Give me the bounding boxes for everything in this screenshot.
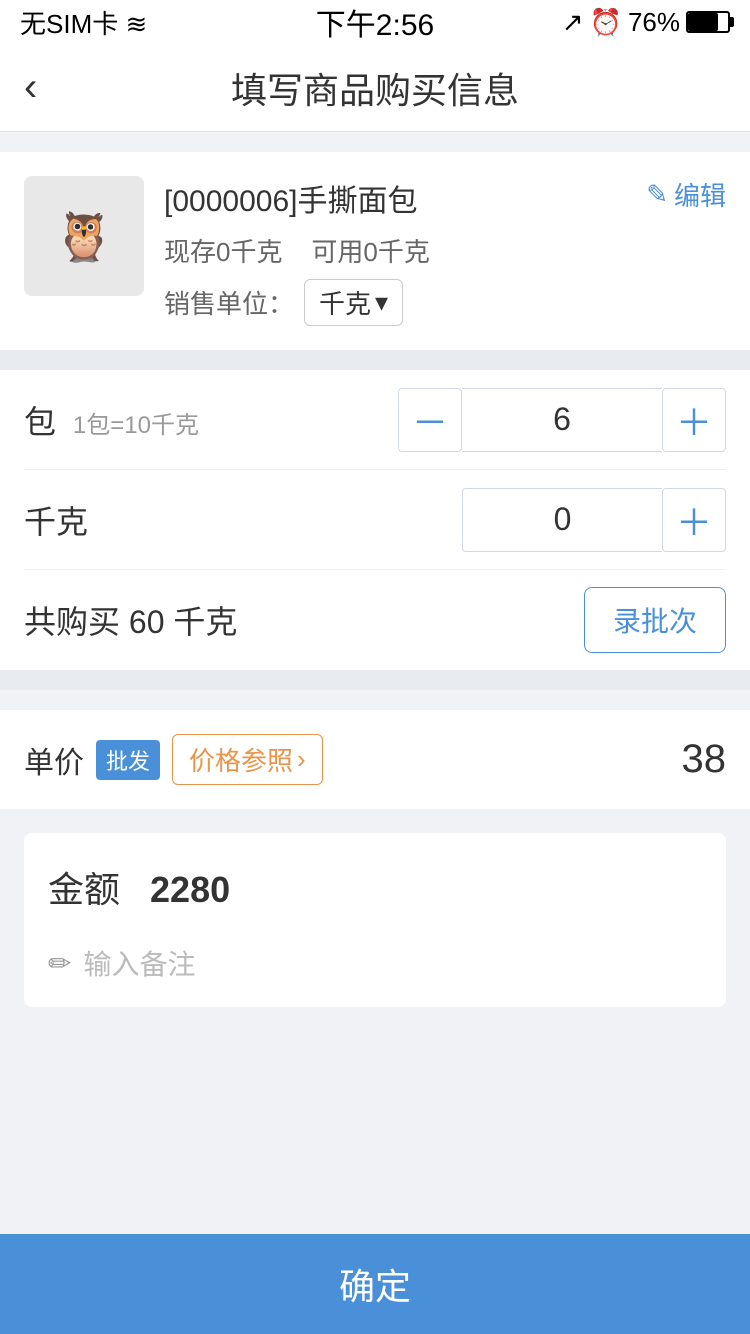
amount-row: 金额 2280 <box>24 833 726 927</box>
product-name: [0000006]手撕面包 <box>164 176 726 220</box>
qty-input-kg[interactable] <box>462 488 662 552</box>
qty-hint-bag: 1包=10千克 <box>73 412 199 439</box>
price-tag-batch: 批发 <box>96 740 160 780</box>
quantity-row-bag: 包 1包=10千克 － ＋ <box>24 370 726 470</box>
unit-label: 销售单位： <box>164 284 294 321</box>
price-ref-label: 价格参照 <box>189 741 293 778</box>
increment-kg-button[interactable]: ＋ <box>662 488 726 552</box>
product-unit-row: 销售单位： 千克 ▾ <box>164 279 726 326</box>
total-unit: 千克 <box>173 604 237 640</box>
qty-label-bag: 包 1包=10千克 <box>24 397 398 443</box>
nav-bar: ‹ 填写商品购买信息 <box>0 44 750 132</box>
decrement-bag-button[interactable]: － <box>398 388 462 452</box>
section-divider-1 <box>0 350 750 370</box>
stock-current: 现存0千克 <box>164 237 282 267</box>
product-stock: 现存0千克 可用0千克 <box>164 232 726 269</box>
qty-controls-bag: － ＋ <box>398 388 726 452</box>
carrier-signal: 无SIM卡 ≋ <box>20 4 147 41</box>
batch-button[interactable]: 录批次 <box>584 587 726 653</box>
status-bar: 无SIM卡 ≋ 下午2:56 ↗ ⏰ 76% <box>0 0 750 44</box>
total-amount: 60 <box>129 604 165 640</box>
qty-label-kg: 千克 <box>24 497 462 543</box>
section-divider-2 <box>0 670 750 690</box>
total-row: 共购买 60 千克 录批次 <box>0 570 750 670</box>
price-row: 单价 批发 价格参照 › 38 <box>24 734 726 785</box>
qty-unit-bag: 包 <box>24 404 56 440</box>
confirm-bar[interactable]: 确定 <box>0 1234 750 1334</box>
remark-placeholder[interactable]: 输入备注 <box>83 943 195 983</box>
amount-label: 金额 <box>48 869 120 910</box>
stock-available: 可用0千克 <box>311 237 429 267</box>
amount-value: 2280 <box>150 869 230 910</box>
amount-section: 金额 2280 ✏ 输入备注 <box>0 809 750 1007</box>
time-display: 下午2:56 <box>316 0 434 44</box>
location-icon: ↗ <box>562 7 584 38</box>
confirm-button[interactable]: 确定 <box>339 1258 411 1310</box>
qty-controls-kg: ＋ <box>462 488 726 552</box>
battery-percent: 76% <box>628 7 680 38</box>
increment-bag-button[interactable]: ＋ <box>662 388 726 452</box>
edit-button[interactable]: ✎ 编辑 <box>646 176 726 213</box>
edit-icon: ✎ <box>646 179 668 210</box>
price-ref-button[interactable]: 价格参照 › <box>172 734 323 785</box>
product-info: [0000006]手撕面包 现存0千克 可用0千克 销售单位： 千克 ▾ <box>164 176 726 326</box>
unit-value: 千克 <box>319 284 371 321</box>
price-section: 单价 批发 价格参照 › 38 <box>0 710 750 809</box>
qty-unit-kg: 千克 <box>24 504 88 540</box>
total-prefix: 共购买 <box>24 604 129 640</box>
amount-text: 金额 2280 <box>48 869 230 910</box>
battery-icon <box>686 11 730 33</box>
product-logo: 🦉 <box>54 208 114 265</box>
quantity-section: 包 1包=10千克 － ＋ 千克 ＋ <box>0 370 750 570</box>
back-button[interactable]: ‹ <box>24 65 37 110</box>
page-title: 填写商品购买信息 <box>231 62 519 114</box>
price-ref-arrow: › <box>297 744 306 775</box>
unit-select[interactable]: 千克 ▾ <box>304 279 403 326</box>
edit-remark-icon: ✏ <box>48 947 71 980</box>
status-right: ↗ ⏰ 76% <box>562 7 730 38</box>
price-left: 单价 批发 价格参照 › <box>24 734 323 785</box>
edit-label: 编辑 <box>674 176 726 213</box>
alarm-icon: ⏰ <box>590 7 622 38</box>
quantity-row-kg: 千克 ＋ <box>24 470 726 570</box>
product-card: 🦉 [0000006]手撕面包 现存0千克 可用0千克 销售单位： 千克 ▾ ✎… <box>0 152 750 350</box>
dropdown-icon: ▾ <box>375 287 388 318</box>
price-value: 38 <box>682 737 727 782</box>
total-text: 共购买 60 千克 <box>24 597 237 643</box>
remark-row: ✏ 输入备注 <box>24 927 726 1007</box>
qty-input-bag[interactable] <box>462 388 662 452</box>
product-image: 🦉 <box>24 176 144 296</box>
price-label: 单价 <box>24 738 84 782</box>
